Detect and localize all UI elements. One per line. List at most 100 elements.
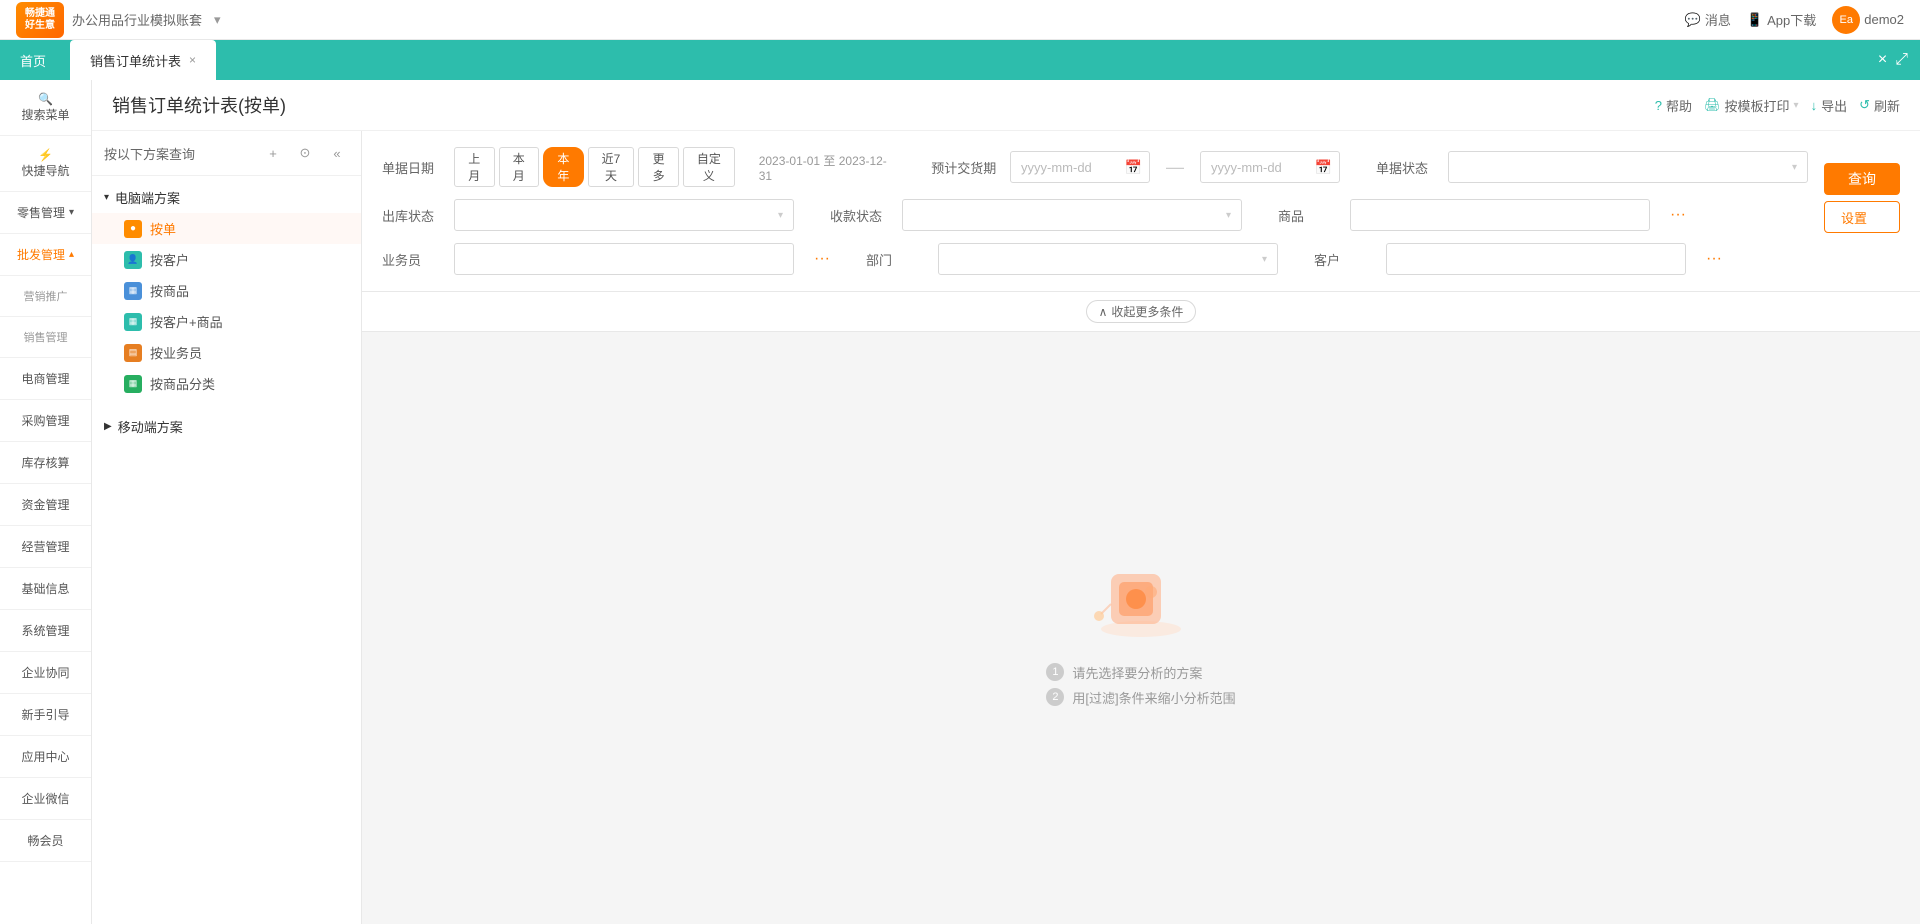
sidebar-item-search-menu[interactable]: 🔍 搜索菜单 — [0, 80, 91, 136]
app-title-dropdown-icon[interactable]: ▾ — [214, 12, 221, 28]
shipping-status-select[interactable]: ▾ — [454, 199, 794, 231]
customer-input[interactable] — [1386, 243, 1686, 275]
sidebar-item-appcenter[interactable]: 应用中心 — [0, 736, 91, 778]
collapse-bar: ∧ 收起更多条件 — [362, 292, 1920, 332]
content-area: 销售订单统计表(按单) ? 帮助 🖨 按模板打印 ▾ ↓ 导出 ↺ 刷新 — [92, 80, 1920, 924]
scheme-item-by-salesperson[interactable]: ▤ 按业务员 — [92, 337, 361, 368]
sidebar-item-system[interactable]: 系统管理 — [0, 610, 91, 652]
sidebar-item-retail[interactable]: 零售管理 ▾ — [0, 192, 91, 234]
pc-scheme-group-header[interactable]: ▾ 电脑端方案 — [92, 182, 361, 213]
chevron-down-icon: ▾ — [778, 210, 783, 221]
sidebar: 🔍 搜索菜单 ⚡ 快捷导航 零售管理 ▾ 批发管理 ▴ 营销推广 销售管理 电商… — [0, 80, 92, 924]
date-btn-last-7-days[interactable]: 近7天 — [588, 147, 635, 187]
sidebar-item-sales[interactable]: 销售管理 — [0, 317, 91, 358]
salesperson-input[interactable] — [454, 243, 794, 275]
action-col: 查询 设置 — [1824, 147, 1900, 249]
refresh-icon: ↺ — [1859, 97, 1870, 113]
product-input[interactable] — [1350, 199, 1650, 231]
sidebar-item-ecommerce[interactable]: 电商管理 — [0, 358, 91, 400]
help-button[interactable]: ? 帮助 — [1655, 96, 1692, 115]
left-panel-header: 按以下方案查询 + ⊙ « — [92, 131, 361, 176]
main-layout: 🔍 搜索菜单 ⚡ 快捷导航 零售管理 ▾ 批发管理 ▴ 营销推广 销售管理 电商… — [0, 80, 1920, 924]
setup-button[interactable]: 设置 — [1824, 201, 1900, 233]
salesperson-more-icon[interactable]: ··· — [814, 250, 830, 268]
department-label: 部门 — [866, 250, 922, 269]
refresh-button[interactable]: ↺ 刷新 — [1859, 96, 1900, 115]
department-select[interactable]: ▾ — [938, 243, 1278, 275]
mobile-scheme-group: ▶ 移动端方案 — [92, 405, 361, 448]
shipping-label: 出库状态 — [382, 206, 438, 225]
scheme-item-by-order[interactable]: ● 按单 — [92, 213, 361, 244]
panel-collapse-button[interactable]: « — [325, 141, 349, 165]
product-more-icon[interactable]: ··· — [1670, 206, 1686, 224]
sidebar-item-inventory[interactable]: 库存核算 — [0, 442, 91, 484]
collapse-button[interactable]: ∧ 收起更多条件 — [1086, 300, 1197, 323]
help-icon: ? — [1655, 98, 1662, 113]
customer-more-icon[interactable]: ··· — [1706, 250, 1722, 268]
date-btn-custom[interactable]: 自定义 — [683, 147, 735, 187]
date-btn-this-year[interactable]: 本年 — [543, 147, 584, 187]
expected-date-end-wrap: 📅 — [1200, 151, 1340, 183]
print-dropdown-icon: ▾ — [1794, 100, 1799, 111]
add-scheme-button[interactable]: + — [261, 141, 285, 165]
left-panel-title: 按以下方案查询 — [104, 144, 253, 163]
scheme-item-by-customer[interactable]: 👤 按客户 — [92, 244, 361, 275]
scheme-item-by-product[interactable]: ▦ 按商品 — [92, 275, 361, 306]
scheme-icon-customer-product: ▦ — [124, 313, 142, 331]
date-separator: — — [1166, 157, 1184, 178]
date-btn-this-month[interactable]: 本月 — [499, 147, 540, 187]
print-button[interactable]: 🖨 按模板打印 ▾ — [1704, 96, 1799, 115]
sidebar-item-purchase[interactable]: 采购管理 — [0, 400, 91, 442]
search-icon: 🔍 — [8, 92, 83, 106]
tab-home[interactable]: 首页 — [0, 40, 66, 80]
empty-hint-1: 1 请先选择要分析的方案 — [1046, 663, 1235, 682]
export-button[interactable]: ↓ 导出 — [1811, 96, 1848, 115]
empty-hints: 1 请先选择要分析的方案 2 用[过滤]条件来缩小分析范围 — [1046, 663, 1235, 713]
expected-date-start-wrap: 📅 — [1010, 151, 1150, 183]
message-icon: 💬 — [1685, 12, 1701, 28]
app-download-button[interactable]: 📱 App下载 — [1747, 10, 1816, 29]
order-status-select[interactable]: ▾ — [1448, 151, 1808, 183]
mobile-scheme-group-header[interactable]: ▶ 移动端方案 — [92, 411, 361, 442]
scheme-icon-product: ▦ — [124, 282, 142, 300]
calendar-icon-start[interactable]: 📅 — [1125, 159, 1142, 176]
date-btn-last-month[interactable]: 上月 — [454, 147, 495, 187]
order-status-label: 单据状态 — [1376, 158, 1432, 177]
tab-close-icon[interactable]: × — [189, 53, 196, 67]
sidebar-item-wholesale[interactable]: 批发管理 ▴ — [0, 234, 91, 276]
scheme-item-by-customer-product[interactable]: ▦ 按客户+商品 — [92, 306, 361, 337]
scheme-icon-order: ● — [124, 220, 142, 238]
tab-bar: 首页 销售订单统计表 × × ⤢ — [0, 40, 1920, 80]
tab-sales-order-stats[interactable]: 销售订单统计表 × — [70, 40, 216, 80]
sidebar-item-newbie[interactable]: 新手引导 — [0, 694, 91, 736]
salesperson-label: 业务员 — [382, 250, 438, 269]
sidebar-item-quick-nav[interactable]: ⚡ 快捷导航 — [0, 136, 91, 192]
sidebar-item-wechat[interactable]: 企业微信 — [0, 778, 91, 820]
hint-num-2: 2 — [1046, 688, 1064, 706]
content-body: 按以下方案查询 + ⊙ « ▾ 电脑端方案 — [92, 131, 1920, 924]
gear-icon: ⊙ — [300, 145, 311, 161]
sidebar-item-finance[interactable]: 资金管理 — [0, 484, 91, 526]
sidebar-item-operations[interactable]: 经营管理 — [0, 526, 91, 568]
calendar-icon-end[interactable]: 📅 — [1315, 159, 1332, 176]
date-btn-more[interactable]: 更多 — [638, 147, 679, 187]
query-button[interactable]: 查询 — [1824, 163, 1900, 195]
customer-label: 客户 — [1314, 250, 1370, 269]
user-menu[interactable]: Ea demo2 — [1832, 6, 1904, 34]
sidebar-item-members[interactable]: 畅会员 — [0, 820, 91, 862]
empty-state: 1 请先选择要分析的方案 2 用[过滤]条件来缩小分析范围 — [362, 332, 1920, 924]
empty-svg — [1081, 544, 1201, 644]
window-maximize-icon[interactable]: ⤢ — [1895, 51, 1908, 69]
page-header: 销售订单统计表(按单) ? 帮助 🖨 按模板打印 ▾ ↓ 导出 ↺ 刷新 — [92, 80, 1920, 131]
window-close-icon[interactable]: × — [1878, 51, 1887, 69]
scheme-item-by-product-category[interactable]: ▦ 按商品分类 — [92, 368, 361, 399]
payment-status-select[interactable]: ▾ — [902, 199, 1242, 231]
sidebar-item-basics[interactable]: 基础信息 — [0, 568, 91, 610]
sidebar-item-enterprise[interactable]: 企业协同 — [0, 652, 91, 694]
date-buttons: 上月 本月 本年 近7天 更多 自定义 — [454, 147, 735, 187]
sidebar-item-marketing[interactable]: 营销推广 — [0, 276, 91, 317]
chevron-down-icon: ▾ — [69, 207, 74, 218]
scheme-settings-button[interactable]: ⊙ — [293, 141, 317, 165]
empty-hint-2: 2 用[过滤]条件来缩小分析范围 — [1046, 688, 1235, 707]
message-button[interactable]: 💬 消息 — [1685, 10, 1731, 29]
